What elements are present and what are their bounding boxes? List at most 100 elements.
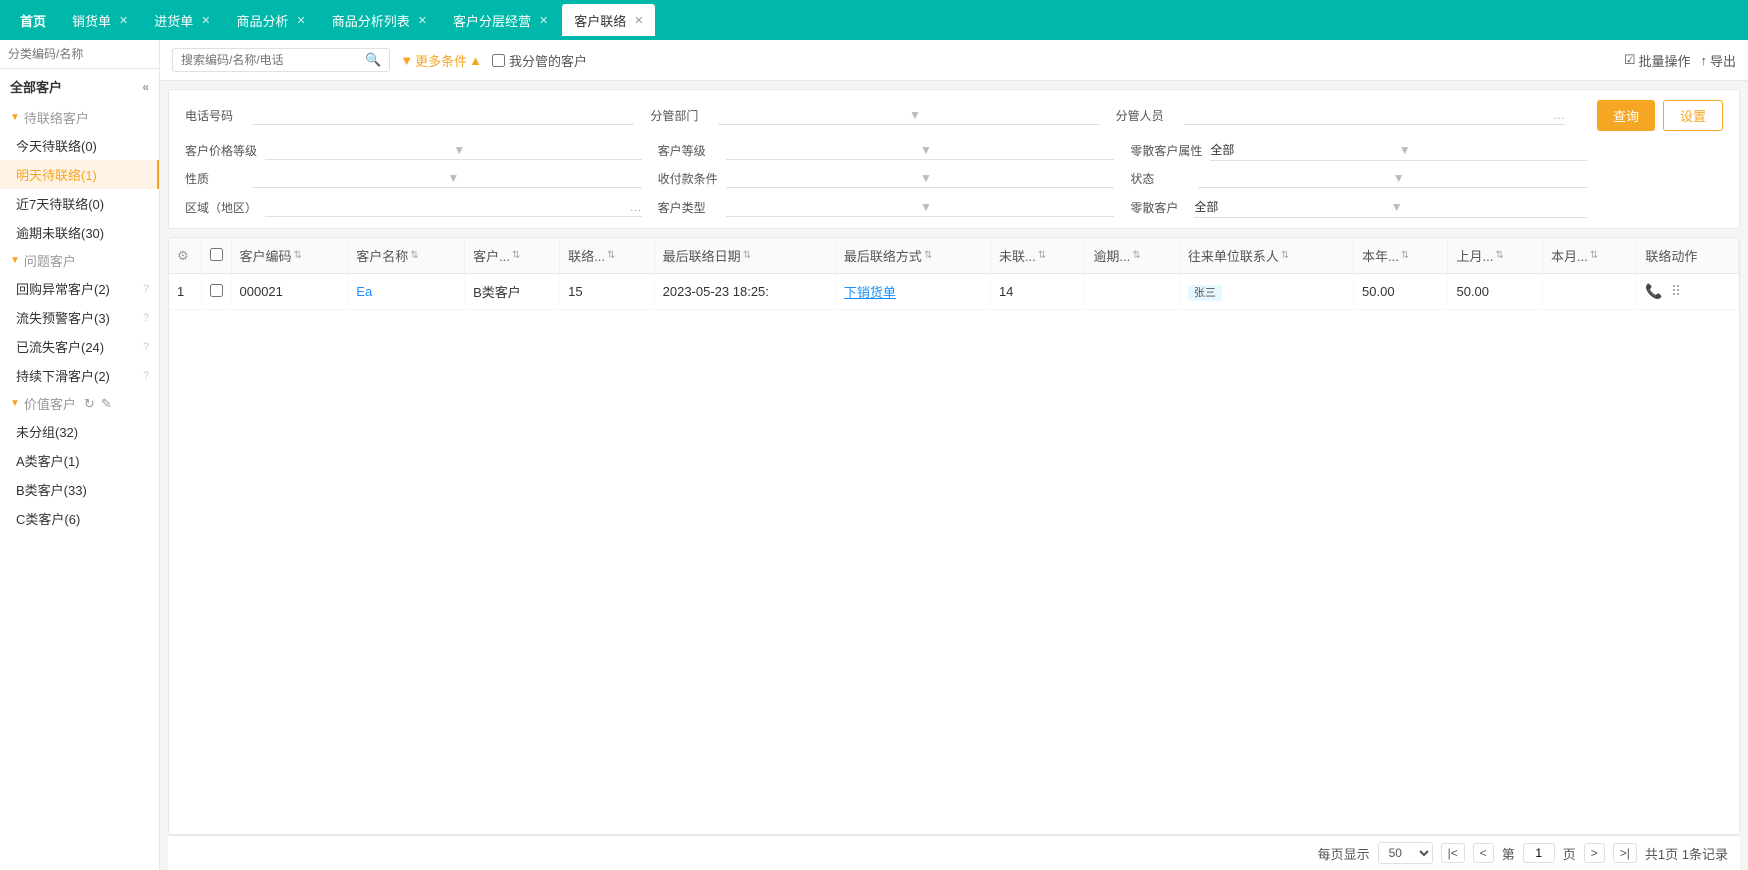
nav-customer-contact[interactable]: 客户联络 ✕ xyxy=(562,4,655,36)
nav-purchase[interactable]: 进货单 ✕ xyxy=(142,4,222,36)
nav-customer-contact-label: 客户联络 xyxy=(574,11,626,30)
filter-gender-label: 性质 xyxy=(185,170,245,187)
sidebar-help-icon-continuous-down[interactable]: ? xyxy=(143,370,149,382)
filter-payment-terms-select[interactable]: ▼ xyxy=(726,169,1115,188)
page-suffix: 页 xyxy=(1563,844,1576,863)
search-icon[interactable]: 🔍 xyxy=(365,52,381,68)
page-next-btn[interactable]: > xyxy=(1584,843,1605,863)
page-label: 第 xyxy=(1502,844,1515,863)
filter-customer-type-select[interactable]: ▼ xyxy=(726,198,1115,217)
sidebar-all-customers[interactable]: 全部客户 « xyxy=(0,69,159,104)
page-input[interactable] xyxy=(1523,843,1555,863)
sidebar-item-week[interactable]: 近7天待联络(0) xyxy=(0,189,159,218)
filter-retail-customer-select[interactable]: 全部 ▼ xyxy=(1194,196,1587,218)
sidebar-item-continuous-down[interactable]: 持续下滑客户(2) ? xyxy=(0,361,159,390)
nav-product-analysis-table-close[interactable]: ✕ xyxy=(418,14,427,27)
sort-icon-name[interactable]: ⇅ xyxy=(410,250,418,261)
sort-icon-this-month[interactable]: ⇅ xyxy=(1590,250,1598,261)
more-conditions-btn[interactable]: ▼ 更多条件 ▲ xyxy=(400,51,482,70)
filter-customer-level-select[interactable]: ▼ xyxy=(726,141,1115,160)
page-first-btn[interactable]: |< xyxy=(1441,843,1465,863)
filter-retail-attr-value: 全部 xyxy=(1210,141,1398,158)
action-phone-icon[interactable]: 📞 xyxy=(1645,283,1662,300)
my-customers-checkbox[interactable] xyxy=(492,54,505,67)
row-checkbox[interactable] xyxy=(210,284,223,297)
select-all-checkbox[interactable] xyxy=(210,248,223,261)
table-settings-icon[interactable]: ⚙ xyxy=(177,248,189,263)
more-conditions-chevron: ▲ xyxy=(469,53,482,68)
filter-gender-select[interactable]: ▼ xyxy=(253,169,642,188)
filter-retail-attr-select[interactable]: 全部 ▼ xyxy=(1210,139,1587,161)
filter-price-level-select[interactable]: ▼ xyxy=(265,141,642,160)
cell-name[interactable]: Ea xyxy=(348,274,465,310)
sidebar-group-problem: ▼ 问题客户 xyxy=(0,247,159,274)
sidebar-item-class-a[interactable]: A类客户(1) xyxy=(0,446,159,475)
sort-icon-last-month[interactable]: ⇅ xyxy=(1495,250,1503,261)
filter-status-select[interactable]: ▼ xyxy=(1198,169,1587,188)
sort-icon-method[interactable]: ⇅ xyxy=(924,250,932,261)
sidebar-item-lost[interactable]: 已流失客户(24) ? xyxy=(0,332,159,361)
sort-icon-this-year[interactable]: ⇅ xyxy=(1401,250,1409,261)
sidebar-item-tomorrow[interactable]: 明天待联络(1) xyxy=(0,160,159,189)
sort-icon-type[interactable]: ⇅ xyxy=(512,250,520,261)
nav-purchase-close[interactable]: ✕ xyxy=(201,14,210,27)
sort-icon-code[interactable]: ⇅ xyxy=(294,250,302,261)
filter-branch-person-input[interactable] xyxy=(1184,108,1553,122)
sidebar-item-overdue[interactable]: 逾期未联络(30) xyxy=(0,218,159,247)
page-last-btn[interactable]: >| xyxy=(1613,843,1637,863)
sidebar-search-input[interactable] xyxy=(8,47,160,61)
filter-branch-person-dots[interactable]: … xyxy=(1553,108,1565,122)
sidebar-item-class-b[interactable]: B类客户(33) xyxy=(0,475,159,504)
page-prev-btn[interactable]: < xyxy=(1473,843,1494,863)
cell-code: 000021 xyxy=(231,274,348,310)
nav-product-analysis-close[interactable]: ✕ xyxy=(297,14,306,27)
filter-branch-dept-select[interactable]: ▼ xyxy=(718,106,1099,125)
nav-product-analysis-table[interactable]: 商品分析列表 ✕ xyxy=(320,4,439,36)
sort-icon-contact[interactable]: ⇅ xyxy=(607,250,615,261)
sidebar-item-today[interactable]: 今天待联络(0) xyxy=(0,131,159,160)
nav-sales[interactable]: 销货单 ✕ xyxy=(60,4,140,36)
sidebar-item-class-c[interactable]: C类客户(6) xyxy=(0,504,159,533)
nav-customer-tier-close[interactable]: ✕ xyxy=(539,14,548,27)
search-input[interactable] xyxy=(181,53,361,67)
filter-field-price-level: 客户价格等级 ▼ xyxy=(185,141,642,160)
cell-this-month xyxy=(1542,274,1636,310)
nav-sales-close[interactable]: ✕ xyxy=(119,14,128,27)
sidebar-value-refresh-icon[interactable]: ↻ xyxy=(84,396,95,412)
nav-customer-tier[interactable]: 客户分层经营 ✕ xyxy=(441,4,560,36)
btn-query[interactable]: 查询 xyxy=(1597,100,1655,131)
cell-checkbox[interactable] xyxy=(201,274,231,310)
col-customer-name: 客户名称 ⇅ xyxy=(348,238,465,274)
filter-region-dots[interactable]: … xyxy=(630,200,642,214)
sidebar-help-icon-lost-risk[interactable]: ? xyxy=(143,312,149,324)
sidebar-item-lost-risk[interactable]: 流失预警客户(3) ? xyxy=(0,303,159,332)
nav-home[interactable]: 首页 xyxy=(8,4,58,36)
sidebar-help-icon-repurchase[interactable]: ? xyxy=(143,283,149,295)
sidebar-group-value-triangle: ▼ xyxy=(10,398,20,409)
my-customers-check[interactable]: 我分管的客户 xyxy=(492,51,587,70)
page-size-select[interactable]: 50 100 200 xyxy=(1378,842,1433,864)
sidebar-item-ungrouped[interactable]: 未分组(32) xyxy=(0,417,159,446)
nav-product-analysis[interactable]: 商品分析 ✕ xyxy=(224,4,317,36)
filter-phone-input[interactable] xyxy=(253,108,634,122)
cell-contact-count: 15 xyxy=(560,274,654,310)
sidebar-value-edit-icon[interactable]: ✎ xyxy=(101,396,112,412)
filter-region-input[interactable] xyxy=(265,200,630,214)
cell-last-contact-method[interactable]: 下销货单 xyxy=(835,274,990,310)
sort-icon-unit-contact[interactable]: ⇅ xyxy=(1281,250,1289,261)
sort-icon-date[interactable]: ⇅ xyxy=(743,250,751,261)
sort-icon-uncontacted[interactable]: ⇅ xyxy=(1038,250,1046,261)
export-btn[interactable]: ↑ 导出 xyxy=(1700,51,1736,70)
sidebar-collapse-icon[interactable]: « xyxy=(142,80,149,94)
action-more-icon[interactable]: ⠿ xyxy=(1671,283,1681,300)
batch-op-btn[interactable]: ☑ 批量操作 xyxy=(1624,51,1691,70)
search-input-wrap: 🔍 xyxy=(172,48,390,72)
filter-status-label: 状态 xyxy=(1130,170,1190,187)
btn-settings[interactable]: 设置 xyxy=(1663,100,1723,131)
sort-icon-overdue[interactable]: ⇅ xyxy=(1132,250,1140,261)
sidebar-help-icon-lost[interactable]: ? xyxy=(143,341,149,353)
sidebar-item-repurchase-abnormal[interactable]: 回购异常客户(2) ? xyxy=(0,274,159,303)
nav-customer-contact-close[interactable]: ✕ xyxy=(634,14,643,27)
total-records: 共1页 1条记录 xyxy=(1645,844,1728,863)
col-settings[interactable]: ⚙ xyxy=(169,238,201,274)
